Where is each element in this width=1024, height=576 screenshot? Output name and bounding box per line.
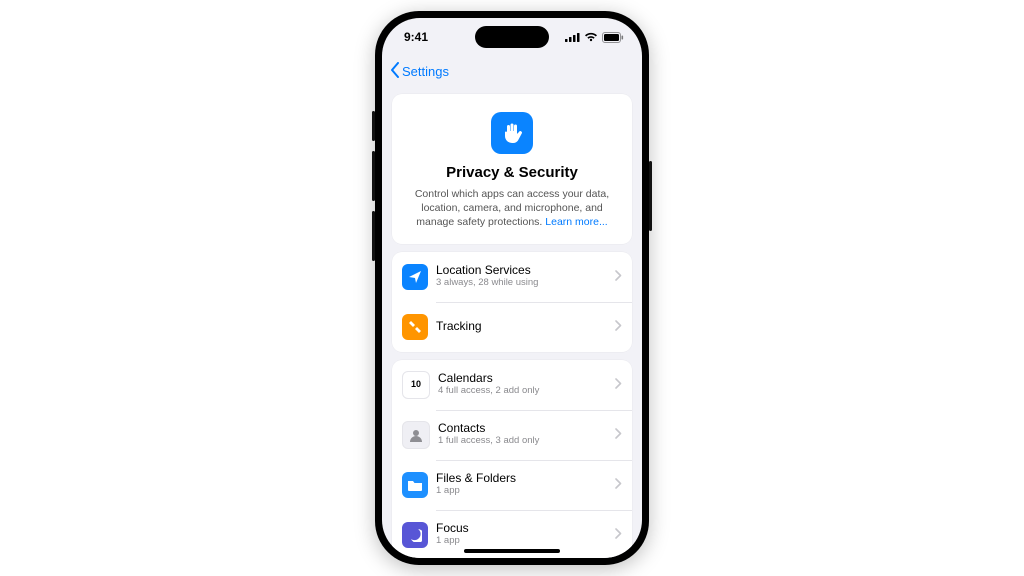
- content-scroll[interactable]: Privacy & Security Control which apps ca…: [382, 86, 642, 558]
- contacts-icon: [402, 421, 430, 449]
- row-subtitle: 1 app: [436, 486, 615, 496]
- row-title: Calendars: [438, 372, 615, 386]
- calendar-icon: 10: [402, 371, 430, 399]
- side-button: [649, 161, 652, 231]
- nav-bar: Settings: [382, 56, 642, 86]
- wifi-icon: [584, 32, 598, 42]
- learn-more-link[interactable]: Learn more...: [545, 216, 607, 228]
- folder-icon: [402, 472, 428, 498]
- privacy-hand-icon: [491, 112, 533, 154]
- moon-icon: [402, 522, 428, 548]
- tracking-icon: [402, 314, 428, 340]
- battery-icon: [602, 32, 624, 43]
- row-tracking[interactable]: Tracking: [392, 302, 632, 352]
- chevron-right-icon: [615, 426, 622, 444]
- row-title: Contacts: [438, 422, 615, 436]
- status-time: 9:41: [404, 30, 428, 44]
- dynamic-island: [475, 26, 549, 48]
- row-contacts[interactable]: Contacts1 full access, 3 add only: [392, 410, 632, 460]
- chevron-right-icon: [615, 476, 622, 494]
- page-description: Control which apps can access your data,…: [406, 187, 618, 230]
- screen: 9:41 Settings Privacy & Sec: [382, 18, 642, 558]
- location-arrow-icon: [402, 264, 428, 290]
- page-title: Privacy & Security: [406, 164, 618, 181]
- status-icons: [565, 32, 624, 43]
- cellular-icon: [565, 32, 580, 42]
- row-title: Tracking: [436, 320, 615, 334]
- chevron-right-icon: [615, 268, 622, 286]
- row-subtitle: 4 full access, 2 add only: [438, 386, 615, 396]
- row-subtitle: 1 app: [436, 536, 615, 546]
- chevron-right-icon: [615, 376, 622, 394]
- chevron-right-icon: [615, 526, 622, 544]
- chevron-right-icon: [615, 318, 622, 336]
- group-location: Location Services3 always, 28 while usin…: [392, 252, 632, 352]
- back-button[interactable]: [390, 62, 400, 81]
- group-data-access: 10 Calendars4 full access, 2 add only Cont…: [392, 360, 632, 558]
- iphone-frame: 9:41 Settings Privacy & Sec: [375, 11, 649, 565]
- row-calendars[interactable]: 10 Calendars4 full access, 2 add only: [392, 360, 632, 410]
- row-location-services[interactable]: Location Services3 always, 28 while usin…: [392, 252, 632, 302]
- row-subtitle: 1 full access, 3 add only: [438, 436, 615, 446]
- row-title: Location Services: [436, 264, 615, 278]
- chevron-left-icon: [390, 62, 400, 78]
- stage: 9:41 Settings Privacy & Sec: [0, 0, 1024, 576]
- row-files-folders[interactable]: Files & Folders1 app: [392, 460, 632, 510]
- home-indicator[interactable]: [464, 549, 560, 553]
- row-title: Files & Folders: [436, 472, 615, 486]
- row-title: Focus: [436, 522, 615, 536]
- back-label[interactable]: Settings: [402, 64, 449, 79]
- row-subtitle: 3 always, 28 while using: [436, 278, 615, 288]
- hero-card: Privacy & Security Control which apps ca…: [392, 94, 632, 244]
